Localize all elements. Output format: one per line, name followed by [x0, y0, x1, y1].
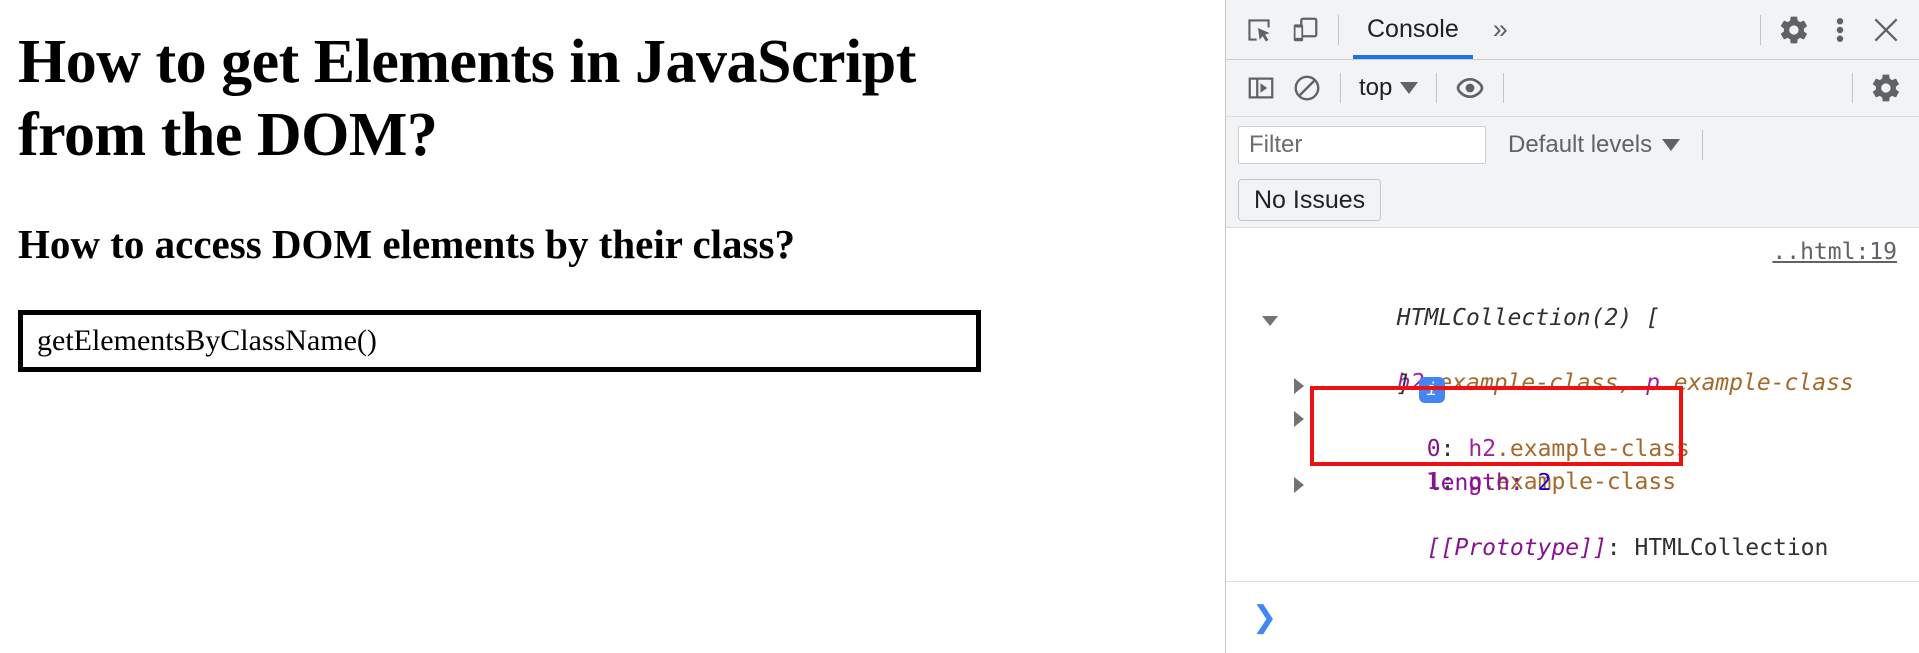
page-content: How to get Elements in JavaScript from t…	[0, 0, 1000, 372]
tab-console-label: Console	[1367, 15, 1459, 43]
chevron-right-icon[interactable]	[1294, 378, 1304, 394]
chevron-down-icon	[1400, 82, 1419, 94]
console-issuesbar: No Issues	[1226, 173, 1919, 228]
chevron-right-icon[interactable]	[1294, 411, 1304, 427]
console-source-row: ..html:19	[1226, 236, 1919, 270]
console-collection-preview[interactable]: h2.example-class, p.example-class	[1226, 303, 1919, 396]
tabbar-divider-2	[1760, 14, 1761, 45]
filterbar-divider	[1702, 130, 1704, 160]
console-collection-header: HTMLCollection(2) [	[1226, 270, 1919, 331]
optionbar-divider-3	[1503, 73, 1505, 103]
console-filterbar: Default levels	[1226, 117, 1919, 173]
log-levels-label: Default levels	[1508, 131, 1653, 158]
chevron-right-icon[interactable]	[1294, 477, 1304, 493]
close-icon[interactable]	[1863, 7, 1909, 53]
no-issues-label: No Issues	[1254, 185, 1366, 214]
device-toolbar-icon[interactable]	[1282, 7, 1328, 53]
prototype-value: HTMLCollection	[1634, 535, 1829, 561]
devtools-screenshot: How to get Elements in JavaScript from t…	[0, 0, 1919, 653]
console-prompt[interactable]: ❯	[1226, 581, 1919, 653]
prototype-key: [[Prototype]]	[1426, 535, 1607, 561]
live-expression-icon[interactable]	[1447, 65, 1493, 111]
prompt-chevron-icon: ❯	[1252, 599, 1278, 635]
gear-icon[interactable]	[1771, 7, 1817, 53]
javascript-context-selector[interactable]: top	[1351, 74, 1426, 102]
page-subtitle: How to access DOM elements by their clas…	[18, 221, 795, 268]
devtools-panel: Console » top Filter Default levels No I…	[1226, 0, 1919, 653]
devtools-tabbar: Console »	[1226, 0, 1919, 60]
tab-console[interactable]: Console	[1349, 0, 1477, 59]
console-entry-0[interactable]: 0: h2.example-class	[1226, 369, 1919, 462]
example-class-box: getElementsByClassName()	[18, 309, 981, 372]
console-close-bracket-row: ] i	[1226, 336, 1919, 403]
optionbar-divider-1	[1340, 73, 1341, 103]
optionbar-divider-4	[1852, 73, 1853, 103]
page-title: How to get Elements in JavaScript from t…	[18, 28, 916, 170]
console-length-row: length: 2	[1226, 435, 1919, 496]
console-optionbar: top	[1226, 60, 1919, 117]
log-levels-dropdown[interactable]: Default levels	[1508, 131, 1681, 159]
context-label: top	[1359, 74, 1393, 101]
three-dot-menu-icon[interactable]	[1817, 7, 1863, 53]
no-issues-button[interactable]: No Issues	[1238, 179, 1382, 221]
source-link[interactable]: ..html:19	[1772, 239, 1897, 265]
console-entry-1[interactable]: 1: p.example-class	[1226, 402, 1919, 495]
console-output: ..html:19 HTMLCollection(2) [ h2.example…	[1226, 228, 1919, 581]
more-tabs-button[interactable]: »	[1477, 16, 1524, 43]
optionbar-divider-2	[1436, 73, 1438, 103]
console-settings-gear-icon[interactable]	[1863, 65, 1909, 111]
chevron-down-icon[interactable]	[1262, 316, 1278, 326]
inspect-element-icon[interactable]	[1236, 7, 1282, 53]
boxed-paragraph-text: getElementsByClassName()	[37, 323, 377, 357]
prototype-colon: :	[1606, 535, 1635, 561]
chevron-down-icon	[1662, 139, 1681, 151]
tabbar-divider-1	[1338, 14, 1339, 45]
clear-console-icon[interactable]	[1284, 65, 1330, 111]
console-sidebar-icon[interactable]	[1238, 65, 1284, 111]
web-page-viewport: How to get Elements in JavaScript from t…	[0, 0, 1226, 653]
filter-input[interactable]	[1238, 126, 1486, 164]
console-prototype-row[interactable]: [[Prototype]]: HTMLCollection	[1226, 468, 1919, 561]
